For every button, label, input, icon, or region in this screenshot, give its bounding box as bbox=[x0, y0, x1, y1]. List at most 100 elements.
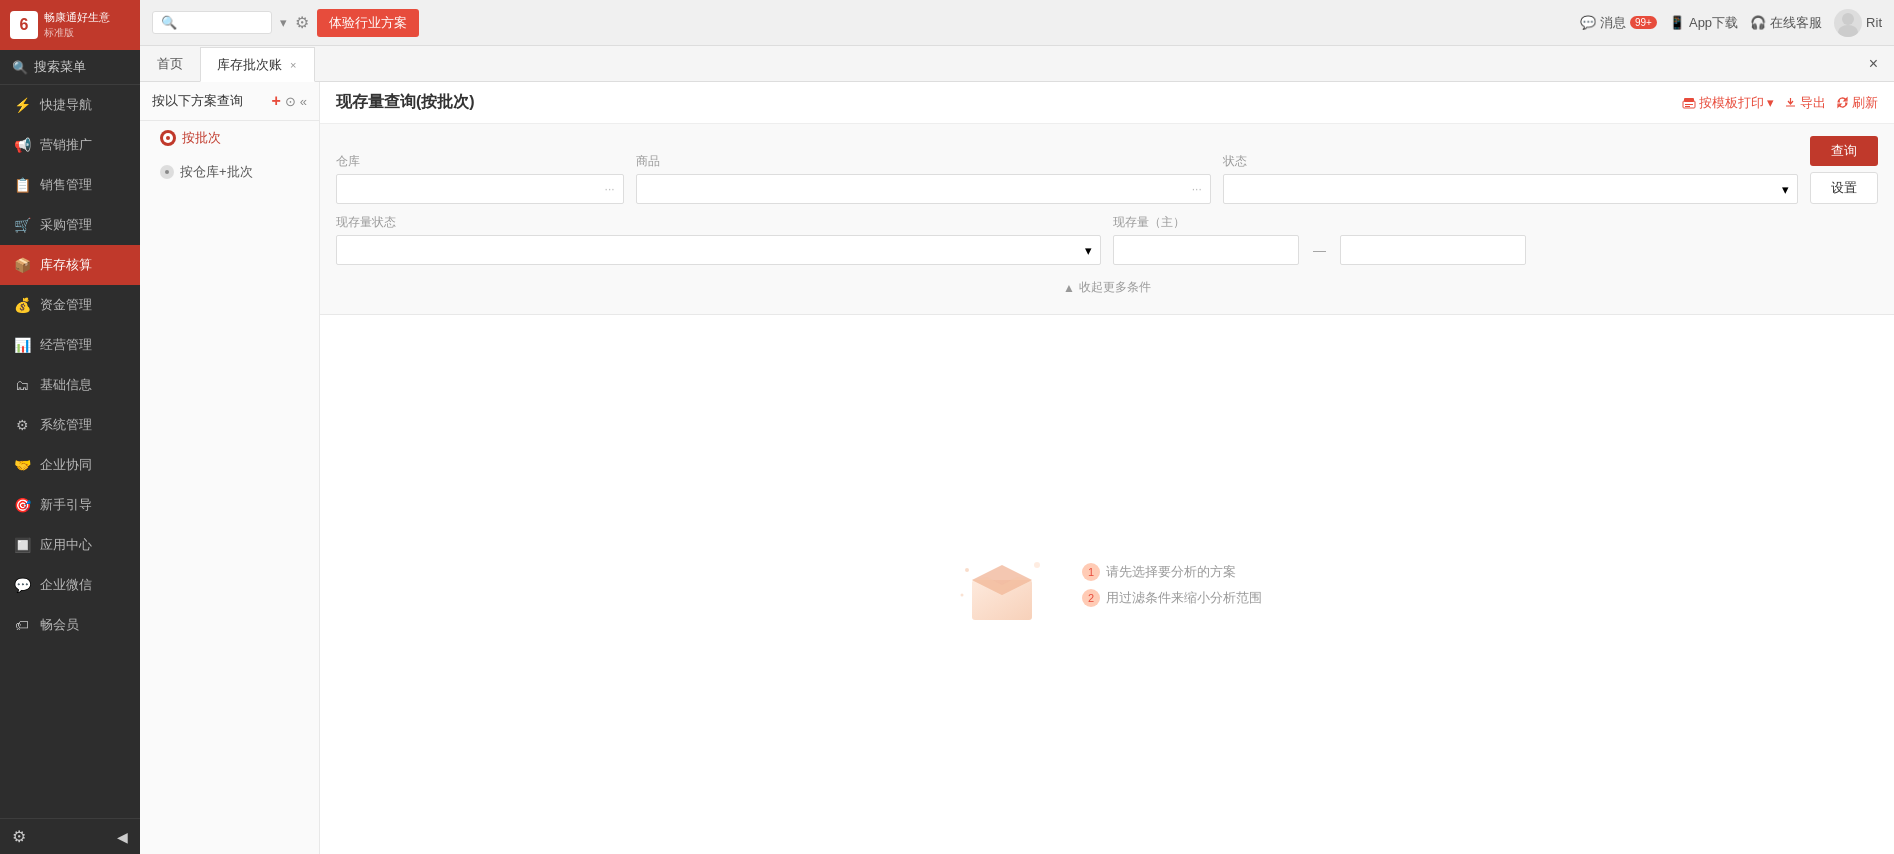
product-more-icon[interactable]: ··· bbox=[1192, 182, 1202, 196]
messages-label: 消息 bbox=[1600, 14, 1626, 32]
inventory-qty-dash: — bbox=[1305, 243, 1334, 258]
user-name: Rit bbox=[1866, 15, 1882, 30]
search-menu-label: 搜索菜单 bbox=[34, 58, 86, 76]
tab-home[interactable]: 首页 bbox=[140, 46, 200, 81]
topbar-settings-icon[interactable]: ⚙ bbox=[295, 13, 309, 32]
close-all-tabs-btn[interactable]: × bbox=[1853, 47, 1894, 81]
collapse-up-icon: ▲ bbox=[1063, 281, 1075, 295]
content-area: 按以下方案查询 + ⊙ « 按批次 按仓库+批次 bbox=[140, 82, 1894, 854]
sidebar-item-purchase[interactable]: 🛒 采购管理 bbox=[0, 205, 140, 245]
sidebar-item-operation[interactable]: 📊 经营管理 bbox=[0, 325, 140, 365]
sidebar-item-newbie[interactable]: 🎯 新手引导 bbox=[0, 485, 140, 525]
settings-button[interactable]: 设置 bbox=[1810, 172, 1878, 204]
inventory-icon: 📦 bbox=[12, 255, 32, 275]
inventory-status-select[interactable]: ▾ bbox=[336, 235, 1101, 265]
user-avatar bbox=[1834, 9, 1862, 37]
sidebar-item-label: 资金管理 bbox=[40, 296, 92, 314]
svg-point-15 bbox=[1034, 562, 1040, 568]
svg-point-0 bbox=[1842, 13, 1854, 25]
warehouse-filter-group: 仓库 ··· bbox=[336, 153, 624, 204]
print-btn[interactable]: 按模板打印 ▾ bbox=[1682, 94, 1774, 112]
left-panel: 按以下方案查询 + ⊙ « 按批次 按仓库+批次 bbox=[140, 82, 320, 854]
search-input[interactable] bbox=[181, 15, 261, 30]
status-input[interactable]: ▾ bbox=[1223, 174, 1798, 204]
svg-point-5 bbox=[165, 170, 169, 174]
sidebar-item-quick-nav[interactable]: ⚡ 快捷导航 bbox=[0, 85, 140, 125]
empty-tips: 1 请先选择要分析的方案 2 用过滤条件来缩小分析范围 bbox=[1082, 559, 1262, 611]
add-scheme-btn[interactable]: + bbox=[271, 92, 280, 110]
search-bar-icon: 🔍 bbox=[161, 15, 177, 30]
sidebar-item-sales[interactable]: 📋 销售管理 bbox=[0, 165, 140, 205]
inventory-status-dropdown-icon[interactable]: ▾ bbox=[1085, 243, 1092, 258]
warehouse-input[interactable]: ··· bbox=[336, 174, 624, 204]
sidebar-item-finance[interactable]: 💰 资金管理 bbox=[0, 285, 140, 325]
status-label: 状态 bbox=[1223, 153, 1798, 170]
online-service-label: 在线客服 bbox=[1770, 14, 1822, 32]
topbar-search-bar[interactable]: 🔍 bbox=[152, 11, 272, 34]
messages-icon: 💬 bbox=[1580, 15, 1596, 30]
appstore-icon: 🔲 bbox=[12, 535, 32, 555]
tab-inventory-batch[interactable]: 库存批次账 × bbox=[200, 47, 315, 82]
headset-icon: 🎧 bbox=[1750, 15, 1766, 30]
messages-badge: 99+ bbox=[1630, 16, 1657, 29]
query-button[interactable]: 查询 bbox=[1810, 136, 1878, 166]
export-btn-label: 导出 bbox=[1800, 94, 1826, 112]
export-btn[interactable]: 导出 bbox=[1784, 94, 1826, 112]
sidebar-item-label: 企业微信 bbox=[40, 576, 92, 594]
settings-button[interactable]: ⚙ bbox=[12, 827, 26, 846]
purchase-icon: 🛒 bbox=[12, 215, 32, 235]
left-panel-header: 按以下方案查询 + ⊙ « bbox=[140, 82, 319, 121]
collapse-filter-btn[interactable]: ▲ 收起更多条件 bbox=[336, 273, 1878, 302]
experience-btn[interactable]: 体验行业方案 bbox=[317, 9, 419, 37]
product-input[interactable]: ··· bbox=[636, 174, 1211, 204]
tab-close-icon[interactable]: × bbox=[288, 59, 298, 71]
search-menu-item[interactable]: 🔍 搜索菜单 bbox=[0, 50, 140, 85]
sidebar-footer: ⚙ ◀ bbox=[0, 818, 140, 854]
sidebar-item-label: 快捷导航 bbox=[40, 96, 92, 114]
sidebar-item-label: 应用中心 bbox=[40, 536, 92, 554]
inventory-status-group: 现存量状态 ▾ bbox=[336, 214, 1101, 265]
inventory-qty-group: 现存量（主） — bbox=[1113, 214, 1878, 265]
sidebar-item-enterprise[interactable]: 🤝 企业协同 bbox=[0, 445, 140, 485]
sidebar-item-label: 新手引导 bbox=[40, 496, 92, 514]
scheme-item-batch[interactable]: 按批次 bbox=[140, 121, 319, 155]
collapse-button[interactable]: ◀ bbox=[117, 829, 128, 845]
empty-state: 1 请先选择要分析的方案 2 用过滤条件来缩小分析范围 bbox=[320, 315, 1894, 854]
sidebar-item-system[interactable]: ⚙ 系统管理 bbox=[0, 405, 140, 445]
refresh-btn[interactable]: 刷新 bbox=[1836, 94, 1878, 112]
sidebar-item-label: 系统管理 bbox=[40, 416, 92, 434]
page-title-bar: 现存量查询(按批次) 按模板打印 ▾ 导出 刷新 bbox=[320, 82, 1894, 124]
messages-btn[interactable]: 💬 消息 99+ bbox=[1580, 14, 1657, 32]
sidebar-item-basics[interactable]: 🗂 基础信息 bbox=[0, 365, 140, 405]
scheme-settings-btn[interactable]: ⊙ bbox=[285, 94, 296, 109]
scheme-item-warehouse-batch[interactable]: 按仓库+批次 bbox=[140, 155, 319, 189]
topbar-dropdown-icon[interactable]: ▾ bbox=[280, 15, 287, 30]
svg-point-14 bbox=[965, 568, 969, 572]
tabs-bar: 首页 库存批次账 × × bbox=[140, 46, 1894, 82]
sidebar-item-vip[interactable]: 🏷 畅会员 bbox=[0, 605, 140, 645]
left-panel-actions: + ⊙ « bbox=[271, 92, 307, 110]
sidebar-nav: ⚡ 快捷导航 📢 营销推广 📋 销售管理 🛒 采购管理 📦 库存核算 💰 资金管… bbox=[0, 85, 140, 818]
inventory-qty-min-input[interactable] bbox=[1113, 235, 1299, 265]
print-dropdown-icon[interactable]: ▾ bbox=[1767, 95, 1774, 110]
online-service-btn[interactable]: 🎧 在线客服 bbox=[1750, 14, 1822, 32]
user-area[interactable]: Rit bbox=[1834, 9, 1882, 37]
sidebar-item-label: 基础信息 bbox=[40, 376, 92, 394]
app-download-btn[interactable]: 📱 App下载 bbox=[1669, 14, 1738, 32]
inventory-qty-max-input[interactable] bbox=[1340, 235, 1526, 265]
status-dropdown-icon[interactable]: ▾ bbox=[1782, 182, 1789, 197]
scheme-label-warehouse-batch: 按仓库+批次 bbox=[180, 163, 253, 181]
sidebar-item-wechat[interactable]: 💬 企业微信 bbox=[0, 565, 140, 605]
topbar: 🔍 ▾ ⚙ 体验行业方案 💬 消息 99+ 📱 App下载 🎧 在线客服 bbox=[140, 0, 1894, 46]
sidebar-item-label: 经营管理 bbox=[40, 336, 92, 354]
scheme-dot-warehouse-batch bbox=[160, 165, 174, 179]
sidebar-item-label: 销售管理 bbox=[40, 176, 92, 194]
tip1-text: 请先选择要分析的方案 bbox=[1106, 563, 1236, 581]
sidebar-item-appstore[interactable]: 🔲 应用中心 bbox=[0, 525, 140, 565]
warehouse-more-icon[interactable]: ··· bbox=[605, 182, 615, 196]
sidebar-item-marketing[interactable]: 📢 营销推广 bbox=[0, 125, 140, 165]
app-download-icon: 📱 bbox=[1669, 15, 1685, 30]
sidebar-item-inventory[interactable]: 📦 库存核算 bbox=[0, 245, 140, 285]
basics-icon: 🗂 bbox=[12, 375, 32, 395]
collapse-panel-btn[interactable]: « bbox=[300, 94, 307, 109]
